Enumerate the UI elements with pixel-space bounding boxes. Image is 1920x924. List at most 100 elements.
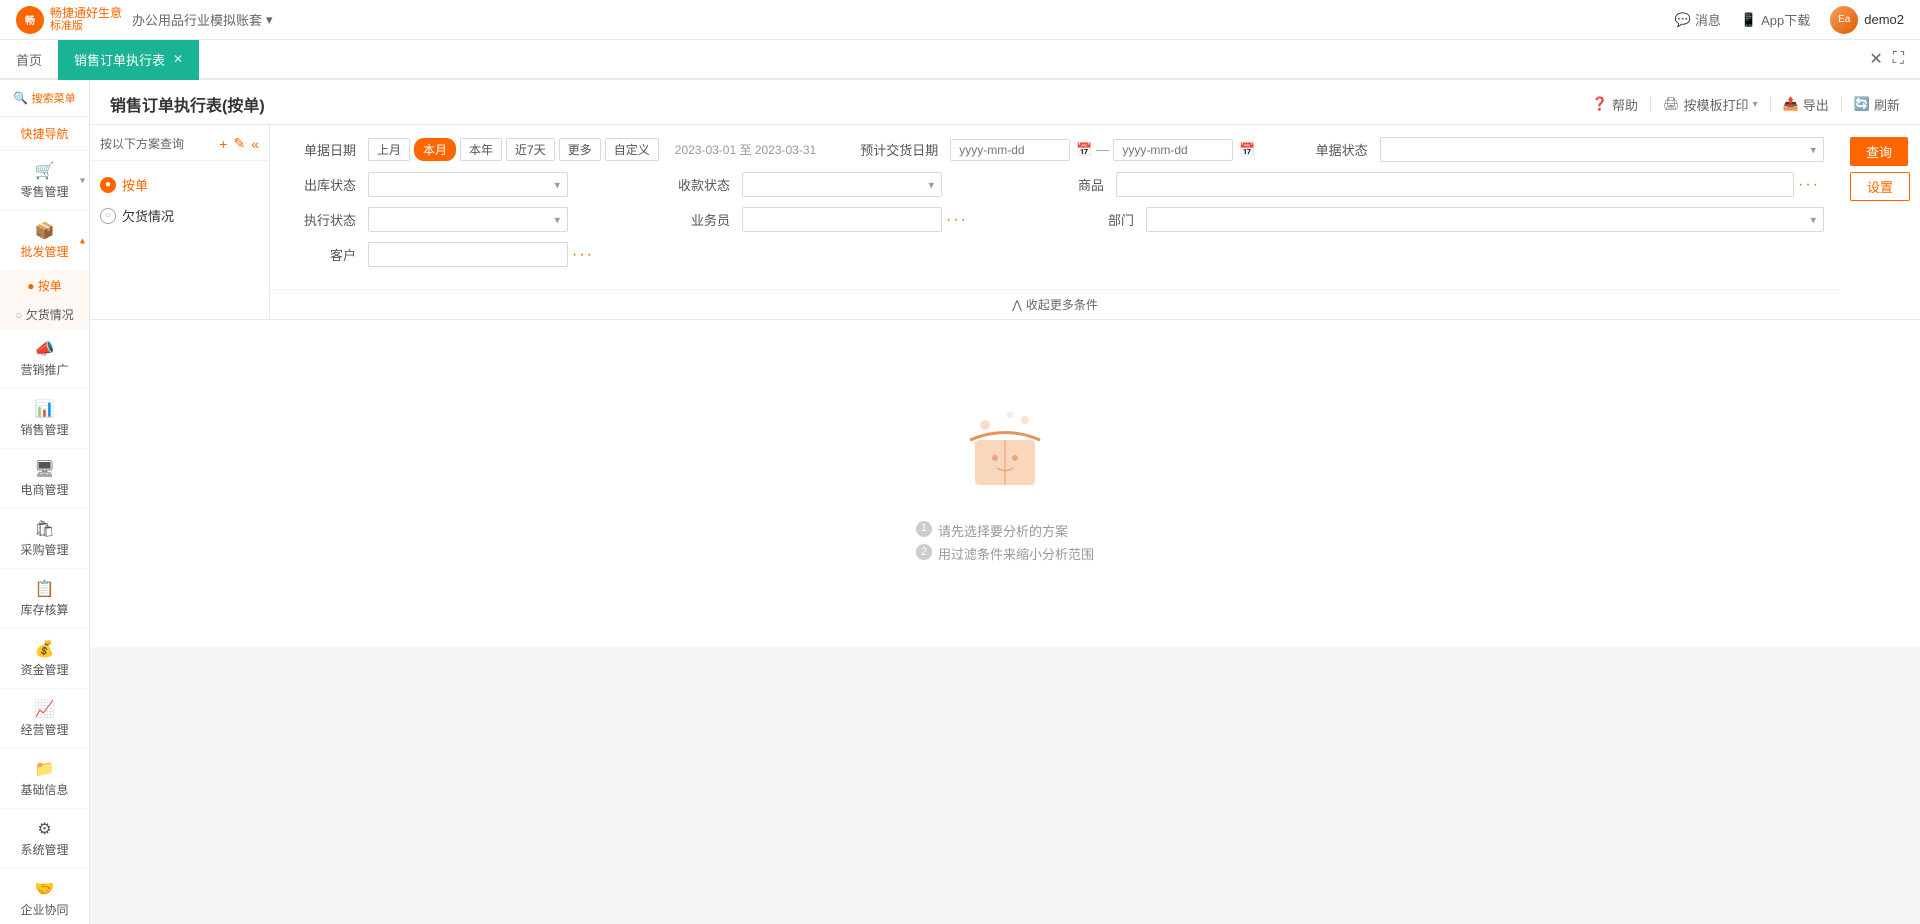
- out-status-label: 出库状态: [286, 175, 356, 194]
- expected-date-end[interactable]: [1113, 139, 1233, 161]
- customer-dots-button[interactable]: ···: [568, 246, 598, 264]
- exec-status-select[interactable]: [368, 207, 568, 232]
- filter-row-4: 客户 ···: [286, 242, 1824, 267]
- retail-icon: 🛒: [35, 161, 55, 181]
- customer-input[interactable]: [368, 242, 568, 267]
- sidebar-item-enterprise[interactable]: 🤝 企业协同: [0, 869, 89, 924]
- user-action[interactable]: Ea demo2: [1830, 6, 1904, 34]
- help-action[interactable]: ❓ 帮助: [1592, 95, 1638, 114]
- header-left: 畅 畅捷通好生意 标准版 办公用品行业模拟账套 ▾: [16, 6, 273, 34]
- divider-1: [1650, 97, 1651, 111]
- set-button[interactable]: 设置: [1850, 172, 1910, 201]
- refresh-action[interactable]: 🔄 刷新: [1854, 95, 1900, 114]
- wholesale-submenu: ● 按单 ○ 欠货情况: [0, 271, 89, 329]
- tip-item-1: 1 请先选择要分析的方案: [916, 520, 1094, 543]
- scheme-edit-button[interactable]: ✎: [233, 135, 245, 152]
- header-title[interactable]: 办公用品行业模拟账套 ▾: [132, 10, 273, 29]
- tip-num-2: 2: [916, 544, 932, 560]
- collection-status-label: 收款状态: [660, 175, 730, 194]
- exec-status-label: 执行状态: [286, 210, 356, 229]
- content-area: 销售订单执行表(按单) ❓ 帮助 🖨 按模板打印 ▾ 📤 导出: [90, 80, 1920, 924]
- avatar: Ea: [1830, 6, 1858, 34]
- date-btn-7days[interactable]: 近7天: [506, 138, 555, 161]
- out-status-select[interactable]: [368, 172, 568, 197]
- date-label: 单据日期: [286, 140, 356, 159]
- scheme-panel: 按以下方案查询 + ✎ « ● 按单 ○ 欠货情况: [90, 125, 270, 319]
- help-icon: ❓: [1592, 96, 1608, 112]
- print-action[interactable]: 🖨 按模板打印 ▾: [1663, 95, 1758, 114]
- scheme-dot-active: ●: [100, 177, 116, 193]
- date-range-expected: 📅 — 📅: [950, 139, 1255, 161]
- tab-close-button[interactable]: ✕: [173, 52, 183, 66]
- date-btn-last-month[interactable]: 上月: [368, 138, 410, 161]
- goods-input[interactable]: [1116, 172, 1794, 197]
- salesperson-input[interactable]: [742, 207, 942, 232]
- sidebar-item-sales[interactable]: 📊 销售管理: [0, 389, 89, 449]
- sidebar-item-inventory[interactable]: 📋 库存核算: [0, 569, 89, 629]
- sidebar-item-finance[interactable]: 💰 资金管理: [0, 629, 89, 689]
- scheme-item-按单[interactable]: ● 按单: [90, 169, 269, 200]
- scheme-panel-header: 按以下方案查询 + ✎ «: [90, 135, 269, 161]
- scheme-add-button[interactable]: +: [219, 135, 227, 152]
- radio-icon-2: ○: [15, 308, 22, 322]
- collection-status-select[interactable]: [742, 172, 942, 197]
- dropdown-icon: ▾: [266, 12, 273, 28]
- page-title: 销售订单执行表(按单): [110, 92, 265, 116]
- collapse-more-button[interactable]: ⋀ 收起更多条件: [270, 289, 1840, 319]
- wholesale-icon: 📦: [35, 221, 55, 241]
- sidebar-item-basic[interactable]: 📁 基础信息: [0, 749, 89, 809]
- logo-area: 畅 畅捷通好生意 标准版: [16, 6, 122, 34]
- date-btn-custom[interactable]: 自定义: [605, 138, 659, 161]
- empty-illustration: [955, 400, 1055, 500]
- scheme-collapse-button[interactable]: «: [251, 135, 259, 152]
- top-header: 畅 畅捷通好生意 标准版 办公用品行业模拟账套 ▾ 💬 消息 📱 App下载 E…: [0, 0, 1920, 40]
- app-download-action[interactable]: 📱 App下载: [1741, 10, 1810, 29]
- sidebar-item-operation[interactable]: 📈 经营管理: [0, 689, 89, 749]
- salesperson-dots-button[interactable]: ···: [942, 211, 972, 229]
- page-actions: ❓ 帮助 🖨 按模板打印 ▾ 📤 导出 🔄 刷新: [1592, 95, 1900, 114]
- collapse-icon: ⋀: [1012, 298, 1022, 312]
- tip-num-1: 1: [916, 521, 932, 537]
- dept-select[interactable]: [1146, 207, 1824, 232]
- close-window-button[interactable]: ✕: [1869, 49, 1882, 69]
- table-area: 1 请先选择要分析的方案 2 用过滤条件来缩小分析范围: [90, 320, 1920, 647]
- header-right: 💬 消息 📱 App下载 Ea demo2: [1675, 6, 1904, 34]
- scheme-item-欠货情况[interactable]: ○ 欠货情况: [90, 200, 269, 231]
- date-btn-this-year[interactable]: 本年: [460, 138, 502, 161]
- date-btn-more[interactable]: 更多: [559, 138, 601, 161]
- sidebar-item-purchase[interactable]: 🛍 采购管理: [0, 509, 89, 569]
- filter-row-3: 执行状态 业务员 ··· 部门: [286, 207, 1824, 232]
- sidebar-search[interactable]: 🔍 搜索菜单: [0, 80, 89, 117]
- sidebar-item-wholesale[interactable]: 📦 批发管理 ▴: [0, 211, 89, 271]
- sidebar-item-retail[interactable]: 🛒 零售管理 ▾: [0, 151, 89, 211]
- finance-icon: 💰: [35, 639, 55, 659]
- date-shortcuts: 上月 本月 本年 近7天 更多 自定义: [368, 138, 659, 161]
- filter-row-1: 单据日期 上月 本月 本年 近7天 更多 自定义 2023-03-01 至 20…: [286, 137, 1824, 162]
- search-button[interactable]: 查询: [1850, 137, 1908, 166]
- sidebar-item-system[interactable]: ⚙ 系统管理: [0, 809, 89, 869]
- doc-status-select[interactable]: [1380, 137, 1824, 162]
- ecommerce-icon: 🖥: [34, 459, 54, 479]
- expected-date-start[interactable]: [950, 139, 1070, 161]
- sidebar-item-marketing[interactable]: 📣 营销推广: [0, 329, 89, 389]
- date-range-text: 2023-03-01 至 2023-03-31: [675, 141, 816, 158]
- maximize-button[interactable]: ⛶: [1893, 50, 1904, 68]
- message-action[interactable]: 💬 消息: [1675, 10, 1721, 29]
- date-btn-this-month[interactable]: 本月: [414, 138, 456, 161]
- submenu-item-欠货情况[interactable]: ○ 欠货情况: [0, 300, 89, 329]
- goods-dots-button[interactable]: ···: [1794, 176, 1824, 194]
- basic-icon: 📁: [35, 759, 55, 779]
- collection-status-select-wrapper: [742, 172, 942, 197]
- submenu-item-按单[interactable]: ● 按单: [0, 271, 89, 300]
- purchase-icon: 🛍: [34, 519, 54, 539]
- tab-sales-order-exec[interactable]: 销售订单执行表 ✕: [58, 40, 199, 80]
- sidebar-item-ecommerce[interactable]: 🖥 电商管理: [0, 449, 89, 509]
- tab-bar: 首页 销售订单执行表 ✕ ✕ ⛶: [0, 40, 1920, 80]
- main-layout: 🔍 搜索菜单 快捷导航 🛒 零售管理 ▾ 📦 批发管理 ▴ ● 按单 ○ 欠货情…: [0, 80, 1920, 924]
- tab-home[interactable]: 首页: [0, 40, 58, 80]
- page-header: 销售订单执行表(按单) ❓ 帮助 🖨 按模板打印 ▾ 📤 导出: [90, 80, 1920, 125]
- search-icon: 🔍: [13, 91, 28, 105]
- sidebar-quick-nav[interactable]: 快捷导航: [0, 117, 89, 151]
- export-action[interactable]: 📤 导出: [1783, 95, 1829, 114]
- marketing-icon: 📣: [35, 339, 55, 359]
